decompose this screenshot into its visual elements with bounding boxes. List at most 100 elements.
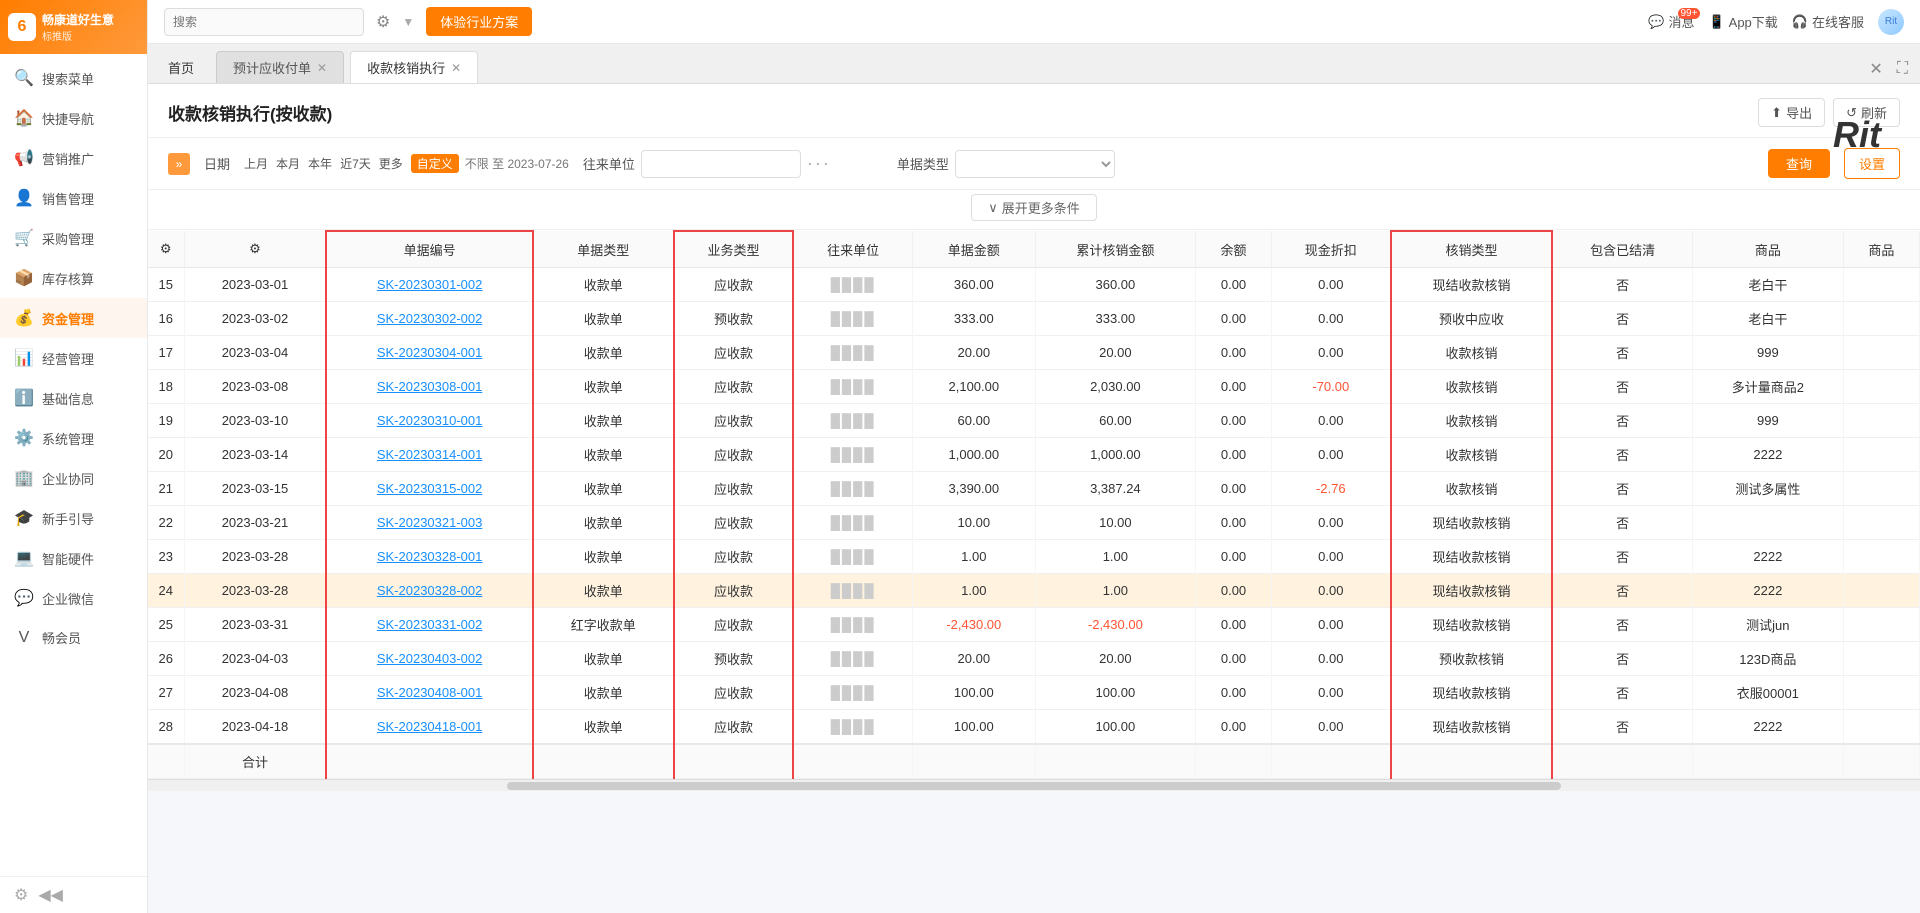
export-btn[interactable]: ⬆ 导出	[1758, 98, 1825, 127]
doc-no-cell[interactable]: SK-20230314-001	[326, 438, 532, 472]
table-cell: 2023-03-10	[184, 404, 326, 438]
sidebar-item-sales[interactable]: 👤销售管理	[0, 178, 147, 218]
doc-no-cell[interactable]: SK-20230408-001	[326, 676, 532, 710]
more-btn[interactable]: 更多	[379, 155, 403, 172]
search-input[interactable]	[164, 8, 364, 36]
sidebar-item-member[interactable]: V畅会员	[0, 618, 147, 657]
tab-prepay[interactable]: 预计应收付单 ✕	[216, 51, 344, 83]
sidebar-item-wechat[interactable]: 💬企业微信	[0, 578, 147, 618]
table-cell: 999	[1692, 336, 1843, 370]
sidebar-item-quick[interactable]: 🏠快捷导航	[0, 98, 147, 138]
scroll-bar[interactable]	[148, 779, 1920, 791]
total-cell	[326, 744, 532, 779]
sidebar-item-finance[interactable]: 💰资金管理	[0, 298, 147, 338]
filter-expand-btn[interactable]: »	[168, 153, 190, 175]
doc-no-cell[interactable]: SK-20230308-001	[326, 370, 532, 404]
sidebar-item-basic[interactable]: ℹ️基础信息	[0, 378, 147, 418]
sidebar-item-corp[interactable]: 🏢企业协同	[0, 458, 147, 498]
sidebar-label-search: 搜索菜单	[42, 69, 94, 88]
expand-more-btn[interactable]: ∨ 展开更多条件	[971, 194, 1097, 221]
sidebar-item-inventory[interactable]: 📦库存核算	[0, 258, 147, 298]
table-cell: 2023-03-01	[184, 268, 326, 302]
page-title: 收款核销执行(按收款)	[168, 100, 332, 125]
more-options-icon[interactable]: ···	[807, 153, 831, 174]
notif-count: 99+	[1678, 8, 1701, 19]
query-btn[interactable]: 查询	[1768, 149, 1830, 178]
table-cell	[1692, 506, 1843, 540]
sidebar-item-system[interactable]: ⚙️系统管理	[0, 418, 147, 458]
biz-type-cell: 应收款	[674, 710, 794, 745]
user-avatar[interactable]: Rit	[1878, 9, 1904, 35]
tab-collection[interactable]: 收款核销执行 ✕	[350, 51, 478, 83]
doc-no-cell[interactable]: SK-20230403-002	[326, 642, 532, 676]
gear-icon[interactable]: ⚙	[376, 12, 390, 32]
settings-icon[interactable]: ⚙	[14, 885, 28, 905]
tab-close-collection[interactable]: ✕	[451, 61, 461, 75]
table-cell: 0.00	[1272, 676, 1391, 710]
table-cell: 收款单	[533, 302, 674, 336]
table-row: 202023-03-14SK-20230314-001收款单应收款████1,0…	[148, 438, 1920, 472]
table-cell: 1.00	[912, 574, 1035, 608]
table-cell: 0.00	[1272, 608, 1391, 642]
close-tab-btn[interactable]: ✕	[1865, 55, 1886, 83]
col-setting[interactable]: ⚙	[148, 231, 184, 268]
doc-no-cell[interactable]: SK-20230302-002	[326, 302, 532, 336]
main-content: ⚙ ▼ 体验行业方案 💬 消息 99+ 📱 App下载 🎧 在线客服 Rit 首	[148, 0, 1920, 913]
this-year-btn[interactable]: 本年	[308, 155, 332, 172]
custom-btn[interactable]: 自定义	[411, 154, 459, 173]
service-btn[interactable]: 🎧 在线客服	[1792, 12, 1864, 31]
topbar-right: 💬 消息 99+ 📱 App下载 🎧 在线客服 Rit	[1648, 9, 1904, 35]
sidebar-item-smart[interactable]: 💻智能硬件	[0, 538, 147, 578]
last7-btn[interactable]: 近7天	[340, 155, 371, 172]
expand-tab-btn[interactable]: ⛶	[1893, 56, 1912, 82]
table-cell: ████	[793, 574, 912, 608]
scroll-thumb[interactable]	[507, 782, 1561, 790]
dropdown-chevron[interactable]: ▼	[402, 15, 414, 29]
writeoff-type-cell: 预收款核销	[1391, 642, 1553, 676]
table-row: 262023-04-03SK-20230403-002收款单预收款████20.…	[148, 642, 1920, 676]
sidebar-icon-finance: 💰	[14, 308, 34, 328]
last-month-btn[interactable]: 上月	[244, 155, 268, 172]
doc-no-cell[interactable]: SK-20230310-001	[326, 404, 532, 438]
tab-close-prepay[interactable]: ✕	[317, 61, 327, 75]
writeoff-type-cell: 现结收款核销	[1391, 574, 1553, 608]
table-cell: 2023-03-08	[184, 370, 326, 404]
doc-no-cell[interactable]: SK-20230331-002	[326, 608, 532, 642]
doc-no-cell[interactable]: SK-20230315-002	[326, 472, 532, 506]
solution-btn[interactable]: 体验行业方案	[426, 7, 532, 36]
doc-no-cell[interactable]: SK-20230328-002	[326, 574, 532, 608]
doc-type-select[interactable]	[955, 150, 1115, 178]
counterparty-input[interactable]	[641, 150, 801, 178]
table-cell: 10.00	[912, 506, 1035, 540]
col-date: ⚙	[184, 231, 326, 268]
date-range: 不限 至 2023-07-26	[465, 155, 569, 172]
doc-no-cell[interactable]: SK-20230328-001	[326, 540, 532, 574]
sidebar-item-purchase[interactable]: 🛒采购管理	[0, 218, 147, 258]
table-row: 242023-03-28SK-20230328-002收款单应收款████1.0…	[148, 574, 1920, 608]
sidebar-item-newbie[interactable]: 🎓新手引导	[0, 498, 147, 538]
this-month-btn[interactable]: 本月	[276, 155, 300, 172]
sidebar-item-marketing[interactable]: 📢营销推广	[0, 138, 147, 178]
table-cell: 20.00	[912, 642, 1035, 676]
sidebar-item-search[interactable]: 🔍 搜索菜单	[0, 58, 147, 98]
message-btn[interactable]: 💬 消息 99+	[1648, 12, 1694, 31]
tab-home[interactable]: 首页	[152, 51, 210, 83]
table-cell: 2023-04-03	[184, 642, 326, 676]
table-cell: ████	[793, 404, 912, 438]
sidebar-item-operation[interactable]: 📊经营管理	[0, 338, 147, 378]
sidebar-icon-search: 🔍	[14, 68, 34, 88]
collapse-icon[interactable]: ◀◀	[38, 885, 63, 905]
table-row: 232023-03-28SK-20230328-001收款单应收款████1.0…	[148, 540, 1920, 574]
table-cell: 1.00	[1035, 574, 1195, 608]
table-cell	[1843, 404, 1919, 438]
doc-no-cell[interactable]: SK-20230301-002	[326, 268, 532, 302]
doc-type-label: 单据类型	[897, 154, 949, 173]
sidebar-label-newbie: 新手引导	[42, 509, 94, 528]
app-download-btn[interactable]: 📱 App下载	[1708, 12, 1777, 31]
table-cell: 0.00	[1195, 438, 1271, 472]
doc-no-cell[interactable]: SK-20230418-001	[326, 710, 532, 745]
total-cell	[1843, 744, 1919, 779]
doc-no-cell[interactable]: SK-20230304-001	[326, 336, 532, 370]
table-cell: 333.00	[1035, 302, 1195, 336]
doc-no-cell[interactable]: SK-20230321-003	[326, 506, 532, 540]
